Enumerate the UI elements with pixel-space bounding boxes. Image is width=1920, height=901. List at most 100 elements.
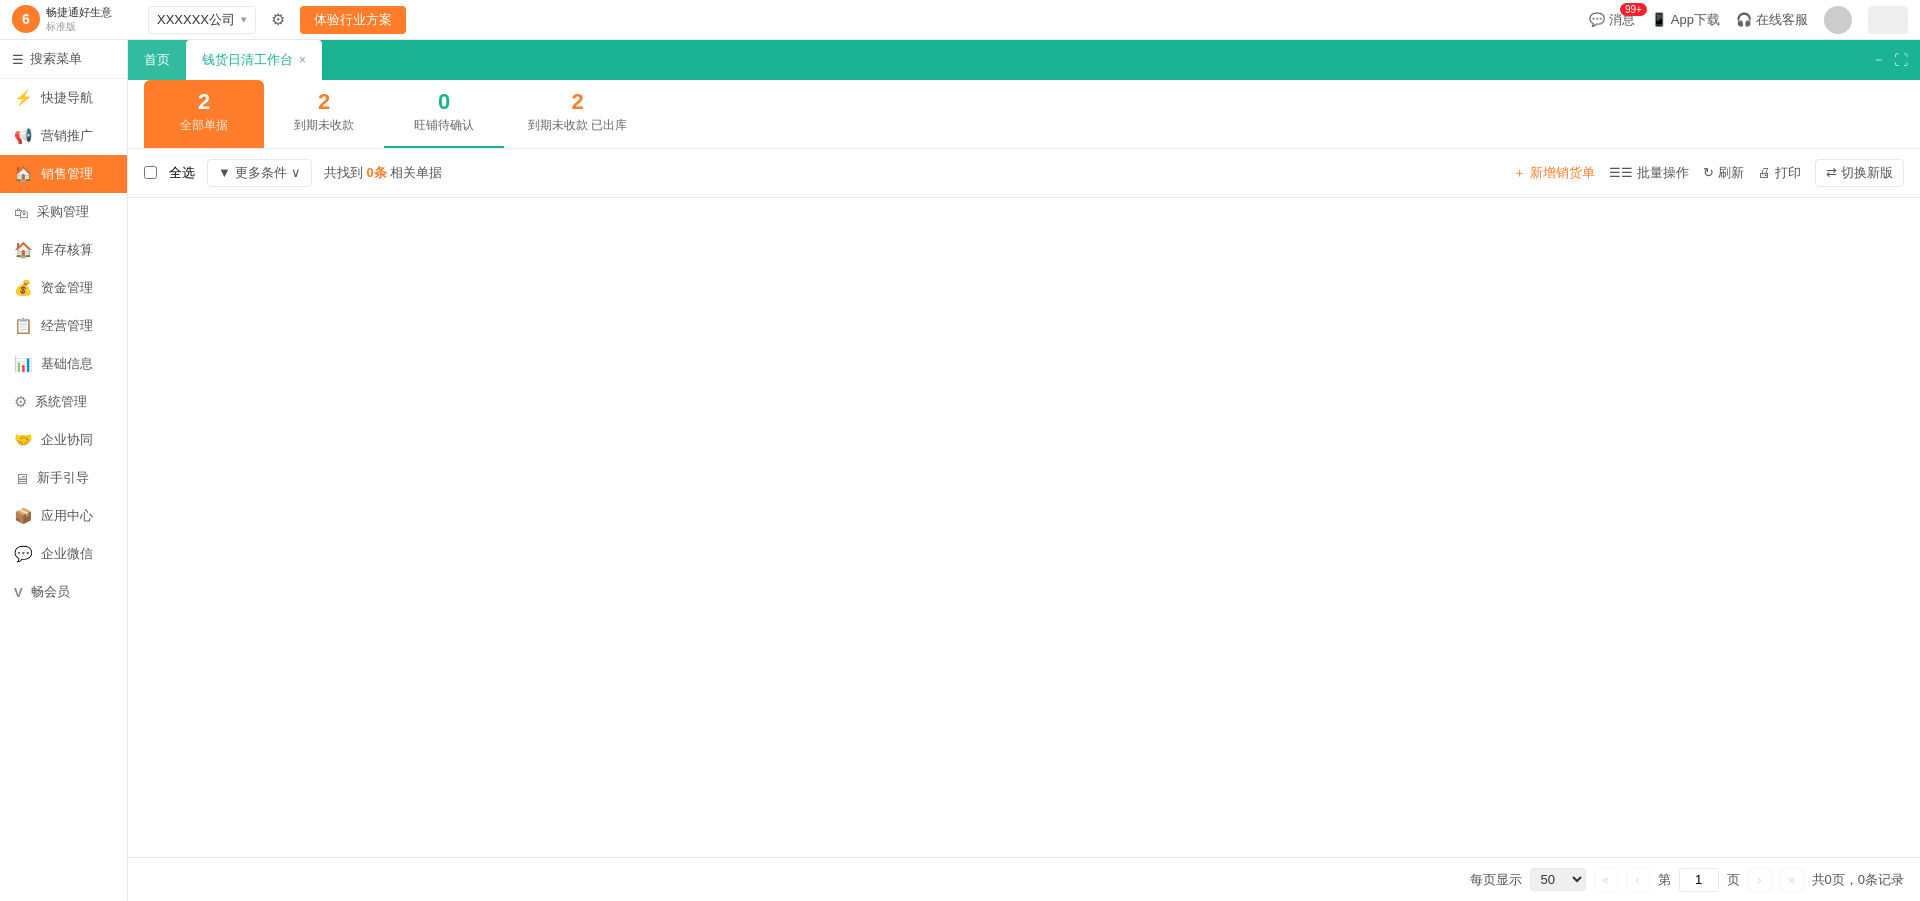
summary-card-all[interactable]: 2 全部单据 — [144, 80, 264, 148]
summary-card-wangpu[interactable]: 0 旺铺待确认 — [384, 80, 504, 148]
avatar[interactable] — [1824, 6, 1852, 34]
vip-icon: V — [14, 585, 23, 600]
sidebar-item-app-center[interactable]: 📦 应用中心 — [0, 497, 127, 535]
sidebar-item-marketing[interactable]: 📢 营销推广 — [0, 117, 127, 155]
settings-button[interactable]: ⚙ — [264, 6, 292, 34]
tab-label: 钱货日清工作台 — [202, 51, 293, 69]
system-icon: ⚙ — [14, 393, 27, 411]
wangpu-count: 0 — [408, 88, 480, 117]
next-page-button[interactable]: › — [1748, 868, 1772, 892]
sidebar-item-newbie[interactable]: 🖥 新手引导 — [0, 459, 127, 497]
filter-label: 更多条件 — [235, 164, 287, 182]
chevron-down-icon: ∨ — [291, 165, 301, 180]
sidebar-item-label: 企业微信 — [41, 545, 93, 563]
top-header: 6 畅捷通好生意 标准版 XXXXXX公司 ▾ ⚙ 体验行业方案 💬 消息 99… — [0, 0, 1920, 40]
refresh-icon: ↻ — [1703, 165, 1714, 180]
page-text-before: 第 — [1658, 871, 1671, 889]
message-button[interactable]: 💬 消息 99+ — [1589, 11, 1635, 29]
sidebar-item-label: 销售管理 — [41, 165, 93, 183]
page-total: 共0页，0条记录 — [1812, 871, 1904, 889]
sidebar-item-enterprise-coop[interactable]: 🤝 企业协同 — [0, 421, 127, 459]
trial-button[interactable]: 体验行业方案 — [300, 6, 406, 34]
tab-close-button[interactable]: × — [299, 53, 306, 67]
toolbar-right: ＋ 新增销货单 ☰☰ 批量操作 ↻ 刷新 🖨 打印 — [1513, 159, 1904, 187]
enterprise-coop-icon: 🤝 — [14, 431, 33, 449]
summary-card-overdue-shipped[interactable]: 2 到期未收款 已出库 — [504, 80, 651, 148]
sidebar-item-basic-info[interactable]: 📊 基础信息 — [0, 345, 127, 383]
overdue-count: 2 — [288, 88, 360, 117]
found-label: 共找到 — [324, 165, 363, 180]
logo-icon: 6 — [12, 5, 40, 33]
last-page-button[interactable]: » — [1780, 868, 1804, 892]
company-name: XXXXXX公司 — [157, 11, 235, 29]
pagination-bar: 每页显示 50 100 200 « ‹ 第 页 › » 共0页，0条记录 — [128, 857, 1920, 901]
sidebar-item-sales[interactable]: 🏠 销售管理 — [0, 155, 127, 193]
all-count: 2 — [168, 88, 240, 117]
sidebar-item-inventory[interactable]: 🏠 库存核算 — [0, 231, 127, 269]
sidebar: ☰ 搜索菜单 ⚡ 快捷导航 📢 营销推广 🏠 销售管理 🛍 采购管理 🏠 库存核… — [0, 40, 128, 901]
found-text: 共找到 0条 相关单据 — [324, 164, 442, 182]
print-button[interactable]: 🖨 打印 — [1758, 164, 1801, 182]
add-order-button[interactable]: ＋ 新增销货单 — [1513, 164, 1595, 182]
sidebar-item-enterprise-wechat[interactable]: 💬 企业微信 — [0, 535, 127, 573]
username-area — [1868, 6, 1908, 34]
app-download-button[interactable]: 📱 App下载 — [1651, 11, 1720, 29]
refresh-button[interactable]: ↻ 刷新 — [1703, 164, 1744, 182]
batch-operation-button[interactable]: ☰☰ 批量操作 — [1609, 164, 1689, 182]
tab-maximize-button[interactable]: ⛶ — [1894, 52, 1908, 68]
sidebar-item-label: 库存核算 — [41, 241, 93, 259]
main-layout: ☰ 搜索菜单 ⚡ 快捷导航 📢 营销推广 🏠 销售管理 🛍 采购管理 🏠 库存核… — [0, 40, 1920, 901]
app-title: 畅捷通好生意 — [46, 5, 112, 19]
prev-page-button[interactable]: ‹ — [1626, 868, 1650, 892]
sidebar-item-operation[interactable]: 📋 经营管理 — [0, 307, 127, 345]
message-badge: 99+ — [1620, 3, 1647, 16]
basic-info-icon: 📊 — [14, 355, 33, 373]
sidebar-search[interactable]: ☰ 搜索菜单 — [0, 40, 127, 79]
all-label: 全部单据 — [168, 117, 240, 134]
sidebar-item-vip[interactable]: V 畅会员 — [0, 573, 127, 611]
overdue-shipped-count: 2 — [528, 88, 627, 117]
purchase-icon: 🛍 — [14, 204, 29, 221]
tab-home[interactable]: 首页 — [128, 40, 186, 80]
found-count: 0条 — [367, 165, 387, 180]
page-size-select[interactable]: 50 100 200 — [1530, 868, 1586, 891]
print-icon: 🖨 — [1758, 165, 1771, 180]
sidebar-item-label: 基础信息 — [41, 355, 93, 373]
switch-version-button[interactable]: ⇄ 切换新版 — [1815, 159, 1904, 187]
sidebar-item-label: 系统管理 — [35, 393, 87, 411]
summary-cards-container: 2 全部单据 2 到期未收款 0 旺铺待确认 2 到期未收款 已出库 — [128, 80, 1920, 149]
service-label: 在线客服 — [1756, 11, 1808, 29]
app-subtitle: 标准版 — [46, 20, 112, 34]
sidebar-item-purchase[interactable]: 🛍 采购管理 — [0, 193, 127, 231]
finance-icon: 💰 — [14, 279, 33, 297]
company-selector[interactable]: XXXXXX公司 ▾ — [148, 6, 256, 34]
sidebar-item-label: 资金管理 — [41, 279, 93, 297]
refresh-label: 刷新 — [1718, 164, 1744, 182]
summary-card-overdue[interactable]: 2 到期未收款 — [264, 80, 384, 148]
newbie-icon: 🖥 — [14, 470, 29, 487]
enterprise-wechat-icon: 💬 — [14, 545, 33, 563]
select-all-checkbox[interactable] — [144, 166, 157, 179]
wangpu-label: 旺铺待确认 — [408, 117, 480, 134]
toolbar: 全选 ▼ 更多条件 ∨ 共找到 0条 相关单据 ＋ 新增销货单 — [128, 149, 1920, 198]
tab-active[interactable]: 钱货日清工作台 × — [186, 40, 322, 80]
first-page-button[interactable]: « — [1594, 868, 1618, 892]
sidebar-item-finance[interactable]: 💰 资金管理 — [0, 269, 127, 307]
page-size-label: 每页显示 — [1470, 871, 1522, 889]
chevron-down-icon: ▾ — [241, 13, 247, 26]
filter-icon: ▼ — [218, 165, 231, 180]
content-area: 首页 钱货日清工作台 × － ⛶ 2 全部单据 2 — [128, 40, 1920, 901]
filter-button[interactable]: ▼ 更多条件 ∨ — [207, 159, 312, 187]
page-input[interactable] — [1679, 868, 1719, 892]
page-text-after: 页 — [1727, 871, 1740, 889]
table-area — [128, 198, 1920, 857]
marketing-icon: 📢 — [14, 127, 33, 145]
inventory-icon: 🏠 — [14, 241, 33, 259]
sidebar-item-system[interactable]: ⚙ 系统管理 — [0, 383, 127, 421]
sidebar-item-quick-nav[interactable]: ⚡ 快捷导航 — [0, 79, 127, 117]
sidebar-item-label: 经营管理 — [41, 317, 93, 335]
batch-icon: ☰☰ — [1609, 165, 1633, 180]
found-suffix: 相关单据 — [390, 165, 442, 180]
online-service-button[interactable]: 🎧 在线客服 — [1736, 11, 1808, 29]
tab-minimize-button[interactable]: － — [1872, 51, 1886, 69]
